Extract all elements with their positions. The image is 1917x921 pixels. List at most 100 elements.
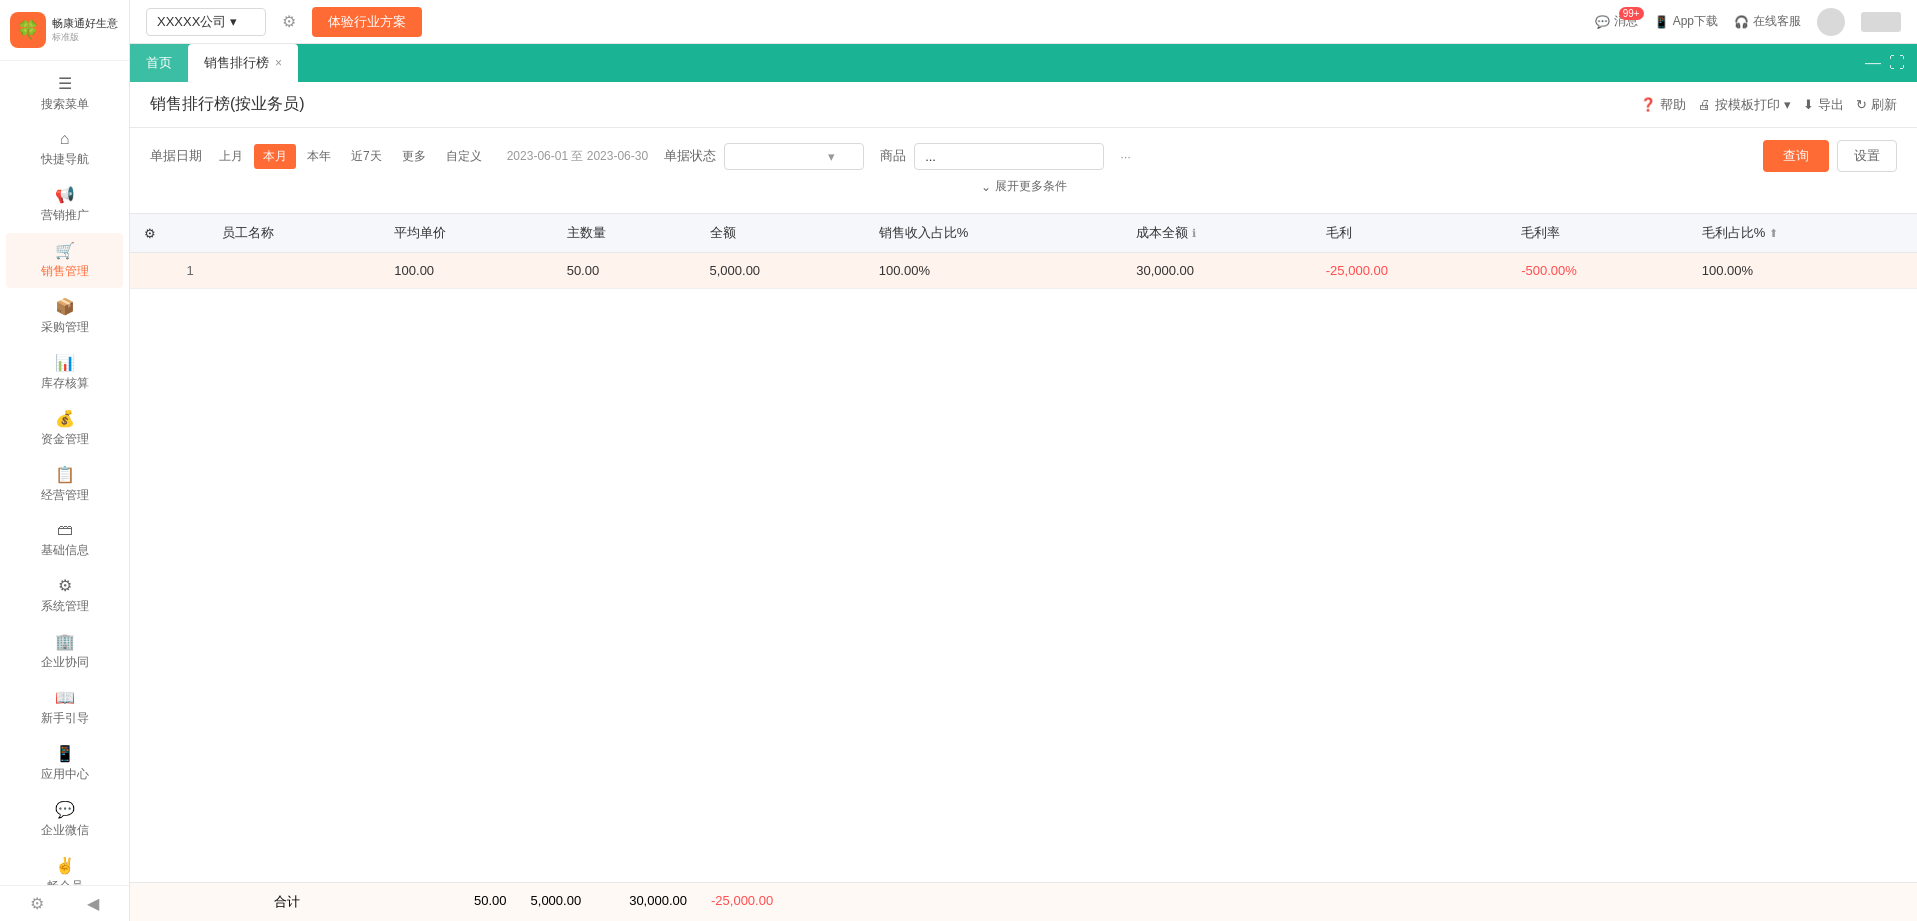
headset-icon: 🎧 [1734, 15, 1749, 29]
sidebar-label-purchase: 采购管理 [41, 319, 89, 336]
sidebar-item-wechat[interactable]: 💬 企业微信 [6, 792, 123, 847]
sidebar-item-purchase[interactable]: 📦 采购管理 [6, 289, 123, 344]
col-rank [170, 214, 210, 253]
row-avg-price: 100.00 [382, 253, 554, 289]
footer-label: 合计 [262, 893, 382, 911]
export-label: 导出 [1818, 96, 1844, 114]
tab-maximize-icon[interactable]: ⛶ [1889, 54, 1905, 72]
sidebar-label-sales: 销售管理 [41, 263, 89, 280]
sidebar-item-marketing[interactable]: 📢 营销推广 [6, 177, 123, 232]
app-center-icon: 📱 [55, 744, 75, 763]
sidebar-item-guide[interactable]: 📖 新手引导 [6, 680, 123, 735]
export-button[interactable]: ⬇ 导出 [1803, 96, 1844, 114]
sidebar-item-enterprise[interactable]: 🏢 企业协同 [6, 624, 123, 679]
footer-settings-icon[interactable]: ⚙ [30, 894, 44, 913]
print-chevron-icon: ▾ [1784, 97, 1791, 112]
date-filter: 单据日期 上月 本月 本年 近7天 更多 自定义 2023-06-01 至 20… [150, 144, 648, 169]
sidebar-label-operations: 经营管理 [41, 487, 89, 504]
app-download-group[interactable]: 📱 App下载 [1654, 13, 1718, 30]
date-tab-custom[interactable]: 自定义 [437, 144, 491, 169]
action-buttons: 查询 设置 [1763, 140, 1897, 172]
sidebar-item-app-center[interactable]: 📱 应用中心 [6, 736, 123, 791]
col-sales-pct: 销售收入占比% [867, 214, 1125, 253]
marketing-icon: 📢 [55, 185, 75, 204]
footer-total-label: 合计 [274, 894, 300, 909]
date-tab-last-month[interactable]: 上月 [210, 144, 252, 169]
tab-minimize-icon[interactable]: — [1865, 54, 1881, 72]
sidebar-item-finance[interactable]: 💰 资金管理 [6, 401, 123, 456]
row-cost: 30,000.00 [1124, 253, 1314, 289]
refresh-button[interactable]: ↻ 刷新 [1856, 96, 1897, 114]
more-options-button[interactable]: ··· [1120, 149, 1131, 164]
sidebar-item-sales[interactable]: 🛒 销售管理 [6, 233, 123, 288]
app-logo: 🍀 畅康通好生意 标准版 [0, 0, 129, 61]
footer-sales-pct-placeholder [593, 893, 617, 911]
col-quantity: 主数量 [555, 214, 698, 253]
row-sales-pct: 100.00% [867, 253, 1125, 289]
sidebar-item-inventory[interactable]: 📊 库存核算 [6, 345, 123, 400]
goods-filter-label: 商品 [880, 147, 906, 165]
export-icon: ⬇ [1803, 97, 1814, 112]
row-rank: 1 [170, 253, 210, 289]
settings-gear-icon[interactable]: ⚙ [278, 8, 300, 35]
main-content: XXXXX公司 ▾ ⚙ 体验行业方案 💬 消息 99+ 📱 App下载 🎧 在线… [130, 0, 1917, 921]
date-tab-more[interactable]: 更多 [393, 144, 435, 169]
app-name: 畅康通好生意 [52, 16, 118, 30]
message-icon: 💬 [1595, 15, 1610, 29]
sidebar-label-app-center: 应用中心 [41, 766, 89, 783]
sidebar-item-operations[interactable]: 📋 经营管理 [6, 457, 123, 512]
footer-rank-placeholder [222, 893, 262, 911]
sales-table: ⚙ 员工名称 平均单价 主数量 全额 销售收入占比% 成本全额 ℹ 毛利 [130, 214, 1917, 289]
footer-settings-placeholder [142, 893, 222, 911]
print-label: 按模板打印 [1715, 96, 1780, 114]
status-select[interactable]: ▾ [724, 143, 864, 170]
tab-home[interactable]: 首页 [130, 44, 188, 82]
col-name: 员工名称 [210, 214, 382, 253]
status-select-arrow: ▾ [828, 149, 835, 164]
col-avg-price: 平均单价 [382, 214, 554, 253]
tab-sales-ranking[interactable]: 销售排行榜 × [188, 44, 298, 82]
status-filter: 单据状态 ▾ [664, 143, 864, 170]
footer-collapse-icon[interactable]: ◀ [87, 894, 99, 913]
online-service-group[interactable]: 🎧 在线客服 [1734, 13, 1801, 30]
tab-close-icon[interactable]: × [275, 56, 282, 70]
date-tab-7days[interactable]: 近7天 [342, 144, 391, 169]
message-badge: 99+ [1619, 7, 1644, 20]
sidebar-label-marketing: 营销推广 [41, 207, 89, 224]
sales-icon: 🛒 [55, 241, 75, 260]
sidebar-item-quick-nav[interactable]: ⌂ 快捷导航 [6, 122, 123, 176]
date-tab-this-month[interactable]: 本月 [254, 144, 296, 169]
print-button[interactable]: 🖨 按模板打印 ▾ [1698, 96, 1791, 114]
sidebar-item-base-info[interactable]: 🗃 基础信息 [6, 513, 123, 567]
purchase-icon: 📦 [55, 297, 75, 316]
message-group[interactable]: 💬 消息 99+ [1595, 13, 1638, 30]
app-download-icon: 📱 [1654, 15, 1669, 29]
trial-button[interactable]: 体验行业方案 [312, 7, 422, 37]
sidebar-label-member: 畅会员 [47, 878, 83, 885]
table-settings-button[interactable]: 设置 [1837, 140, 1897, 172]
home-icon: ⌂ [60, 130, 70, 148]
username-display [1861, 12, 1901, 32]
table-footer: 合计 50.00 5,000.00 30,000.00 -25,000.00 [130, 882, 1917, 921]
profit-pct-sort-icon[interactable]: ⬆ [1769, 227, 1778, 239]
query-button[interactable]: 查询 [1763, 140, 1829, 172]
date-tab-this-year[interactable]: 本年 [298, 144, 340, 169]
expand-chevron-icon: ⌄ [981, 180, 991, 194]
tab-bar: 首页 销售排行榜 × — ⛶ [130, 44, 1917, 82]
sidebar-item-system[interactable]: ⚙ 系统管理 [6, 568, 123, 623]
avatar[interactable] [1817, 8, 1845, 36]
company-name: XXXXX公司 [157, 13, 226, 31]
goods-input[interactable] [914, 143, 1104, 170]
help-button[interactable]: ❓ 帮助 [1640, 96, 1686, 114]
footer-profit: -25,000.00 [699, 893, 785, 911]
sidebar-item-member[interactable]: ✌ 畅会员 [6, 848, 123, 885]
company-selector[interactable]: XXXXX公司 ▾ [146, 8, 266, 36]
sidebar-item-search[interactable]: ☰ 搜索菜单 [6, 66, 123, 121]
online-service-label: 在线客服 [1753, 13, 1801, 30]
expand-more-label: 展开更多条件 [995, 178, 1067, 195]
col-settings-icon[interactable]: ⚙ [144, 226, 156, 241]
page-header: 销售排行榜(按业务员) ❓ 帮助 🖨 按模板打印 ▾ ⬇ 导出 ↻ 刷新 [130, 82, 1917, 128]
sidebar-label-enterprise: 企业协同 [41, 654, 89, 671]
expand-more-button[interactable]: ⌄ 展开更多条件 [150, 172, 1897, 201]
col-cost: 成本全额 ℹ [1124, 214, 1314, 253]
